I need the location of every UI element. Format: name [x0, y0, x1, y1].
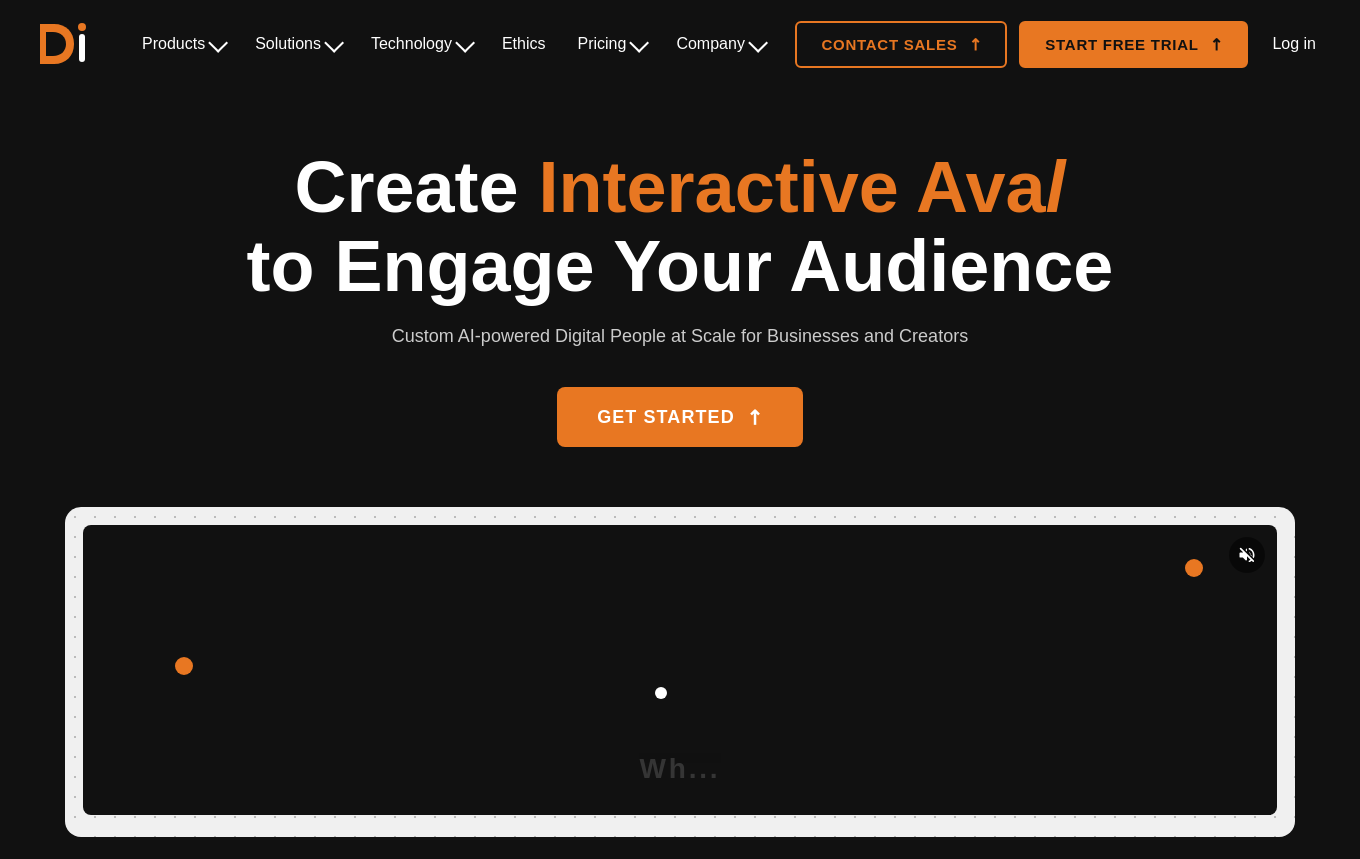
- nav-item-ethics[interactable]: Ethics: [488, 27, 560, 61]
- video-overlay-text: Wh...: [640, 753, 721, 785]
- hero-title: Create Interactive Aval to Engage Your A…: [247, 148, 1114, 306]
- volume-off-icon: [1237, 545, 1257, 565]
- start-trial-button[interactable]: START FREE TRIAL ↗: [1019, 21, 1248, 68]
- navbar: Products Solutions Technology Ethics Pri…: [0, 0, 1360, 88]
- svg-point-0: [78, 23, 86, 31]
- chevron-down-icon: [455, 33, 475, 53]
- chevron-down-icon: [630, 33, 650, 53]
- nav-item-technology[interactable]: Technology: [357, 27, 484, 61]
- nav-links: Products Solutions Technology Ethics Pri…: [128, 27, 795, 61]
- nav-item-company[interactable]: Company: [662, 27, 776, 61]
- nav-item-solutions[interactable]: Solutions: [241, 27, 353, 61]
- chevron-down-icon: [208, 33, 228, 53]
- nav-actions: CONTACT SALES ↗ START FREE TRIAL ↗ Log i…: [795, 21, 1328, 68]
- video-section: Wh...: [65, 507, 1295, 837]
- chevron-down-icon: [748, 33, 768, 53]
- video-frame: Wh...: [65, 507, 1295, 837]
- nav-item-pricing[interactable]: Pricing: [564, 27, 659, 61]
- contact-sales-button[interactable]: CONTACT SALES ↗: [795, 21, 1007, 68]
- arrow-icon: ↗: [963, 32, 986, 55]
- video-player[interactable]: Wh...: [83, 525, 1277, 815]
- nav-item-products[interactable]: Products: [128, 27, 237, 61]
- arrow-icon: ↗: [739, 402, 769, 432]
- get-started-button[interactable]: GET STARTED ↗: [557, 387, 803, 447]
- brand-logo[interactable]: [32, 14, 92, 74]
- arrow-icon: ↗: [1204, 32, 1227, 55]
- chevron-down-icon: [324, 33, 344, 53]
- hero-subtitle: Custom AI-powered Digital People at Scal…: [392, 326, 968, 347]
- hero-section: Create Interactive Aval to Engage Your A…: [0, 88, 1360, 487]
- svg-rect-1: [79, 34, 85, 62]
- login-button[interactable]: Log in: [1260, 27, 1328, 61]
